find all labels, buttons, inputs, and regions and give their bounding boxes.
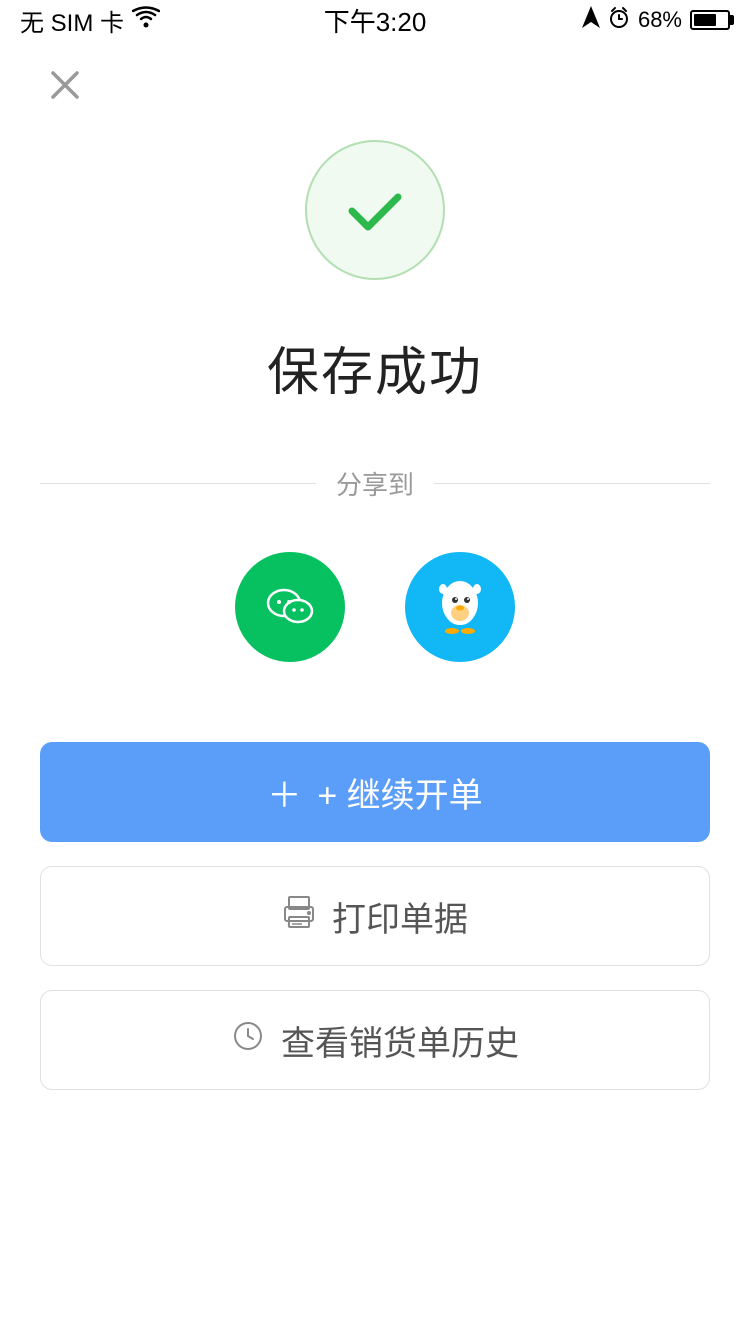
status-left: 无 SIM 卡 [20,3,160,38]
print-icon [282,895,316,938]
share-divider: 分享到 [40,465,710,502]
battery-label: 68% [638,7,682,33]
battery-icon [690,10,730,30]
action-buttons: ＋ + 继续开单 打印单据 [40,742,710,1090]
wechat-icon [258,575,322,639]
share-row [235,552,515,662]
clock-icon [231,1019,265,1062]
main-content: 保存成功 分享到 [0,40,750,1334]
checkmark-icon [340,175,410,245]
share-qq-button[interactable] [405,552,515,662]
divider-line-left [40,483,316,484]
share-label: 分享到 [336,465,414,502]
print-label: 打印单据 [332,892,468,941]
status-bar: 无 SIM 卡 下午3:20 68 [0,0,750,40]
plus-icon: ＋ [267,768,301,817]
status-right: 68% [582,6,730,34]
close-icon [49,69,81,101]
qq-icon [430,575,490,640]
share-wechat-button[interactable] [235,552,345,662]
location-icon [582,6,600,34]
print-button[interactable]: 打印单据 [40,866,710,966]
success-title: 保存成功 [267,330,483,405]
continue-label: + 继续开单 [317,768,482,817]
wifi-icon [132,6,160,35]
history-button[interactable]: 查看销货单历史 [40,990,710,1090]
continue-button[interactable]: ＋ + 继续开单 [40,742,710,842]
divider-line-right [434,483,710,484]
sim-status: 无 SIM 卡 [20,3,124,38]
history-label: 查看销货单历史 [281,1016,519,1065]
alarm-icon [608,6,630,34]
success-icon-circle [305,140,445,280]
close-button[interactable] [40,60,90,110]
status-time: 下午3:20 [324,2,427,39]
